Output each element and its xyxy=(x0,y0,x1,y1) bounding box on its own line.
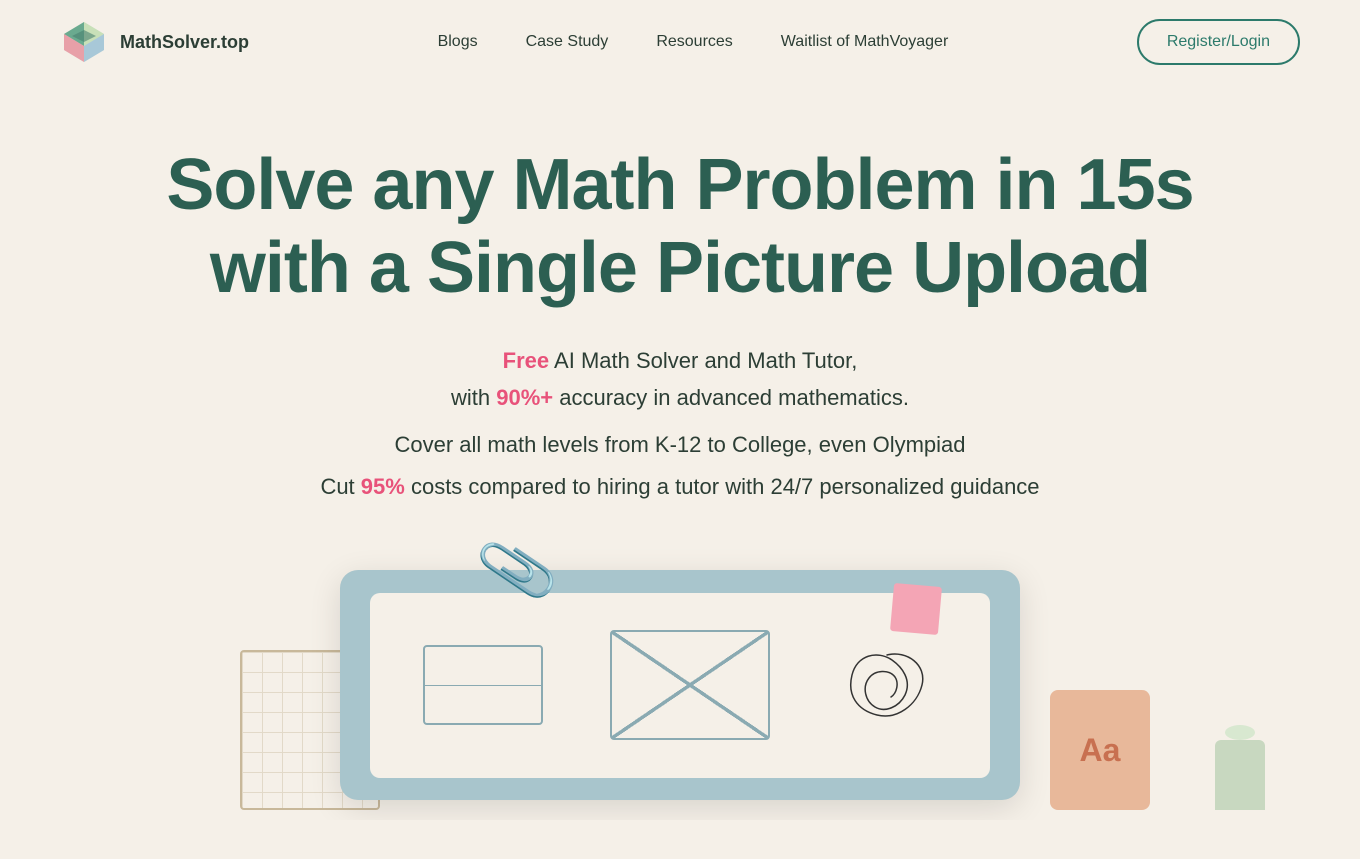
hero-subtitle-line2-end: accuracy in advanced mathematics. xyxy=(553,385,909,410)
hero-title-line2: with a Single Picture Upload xyxy=(210,228,1150,308)
aa-card: Aa xyxy=(1050,690,1150,810)
hero-subtitle-middle: AI Math Solver and Math Tutor, xyxy=(549,348,857,373)
hero-line3-end: costs compared to hiring a tutor with 24… xyxy=(405,474,1040,499)
wireframe-medium xyxy=(610,630,770,740)
logo-link[interactable]: MathSolver.top xyxy=(60,18,249,66)
logo-text: MathSolver.top xyxy=(120,32,249,53)
hero-free-highlight: Free xyxy=(503,348,549,373)
illustration-container: 📎 Aa xyxy=(0,540,1360,820)
navbar: MathSolver.top Blogs Case Study Resource… xyxy=(0,0,1360,84)
hero-line3: Cut 95% costs compared to hiring a tutor… xyxy=(20,474,1340,500)
hero-section: Solve any Math Problem in 15s with a Sin… xyxy=(0,84,1360,500)
hero-95-highlight: 95% xyxy=(361,474,405,499)
nav-blogs[interactable]: Blogs xyxy=(438,33,478,51)
hero-title: Solve any Math Problem in 15s with a Sin… xyxy=(130,144,1230,310)
hero-accuracy-highlight: 90%+ xyxy=(496,385,553,410)
hero-subtitle: Free AI Math Solver and Math Tutor, with… xyxy=(20,342,1340,417)
scribble-icon xyxy=(837,645,937,725)
nav-waitlist[interactable]: Waitlist of MathVoyager xyxy=(781,33,948,51)
sticky-note-pink xyxy=(890,583,942,635)
hero-line2: Cover all math levels from K-12 to Colle… xyxy=(20,432,1340,458)
whiteboard: 📎 xyxy=(340,570,1020,800)
desk-scene: 📎 Aa xyxy=(0,540,1360,820)
wireframe-small xyxy=(423,645,543,725)
hero-line3-start: Cut xyxy=(320,474,360,499)
hero-subtitle-line2-start: with xyxy=(451,385,496,410)
logo-cube-icon xyxy=(60,18,108,66)
pencil-cup xyxy=(1215,740,1265,810)
nav-resources[interactable]: Resources xyxy=(656,33,732,51)
hero-title-line1: Solve any Math Problem in 15s xyxy=(166,145,1193,225)
nav-links: Blogs Case Study Resources Waitlist of M… xyxy=(438,33,949,51)
register-login-button[interactable]: Register/Login xyxy=(1137,19,1300,65)
nav-case-study[interactable]: Case Study xyxy=(526,33,609,51)
